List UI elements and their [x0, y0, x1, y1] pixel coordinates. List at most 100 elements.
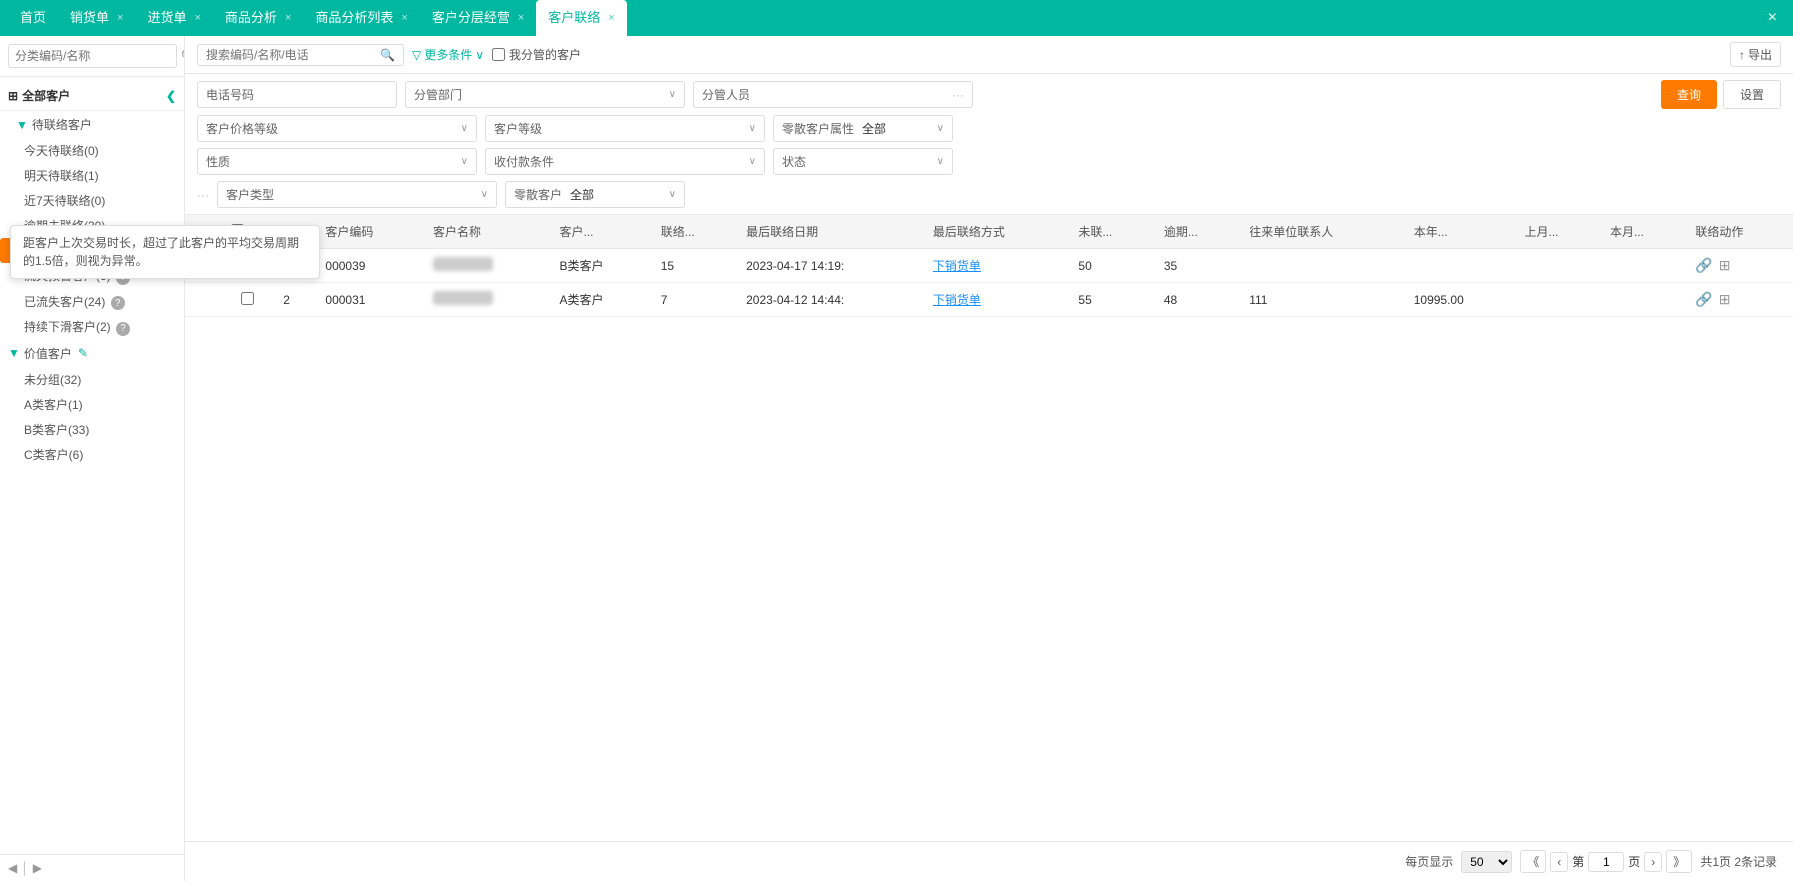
- page-size-select[interactable]: 50 20 100: [1461, 851, 1512, 873]
- column-last-date: 最后联络日期: [736, 215, 923, 249]
- content-area: 🔍 ▽ 更多条件 ∨ 我分管的客户 ↑ 导出 电话号码: [185, 36, 1793, 881]
- pagination: 每页显示 50 20 100 《 ‹ 第 页 › 》 共1页 2条记录: [185, 841, 1793, 881]
- row-type: A类客户: [549, 283, 650, 317]
- filter-customer-type[interactable]: 客户类型 ∨: [217, 181, 497, 208]
- filter-price-level[interactable]: 客户价格等级 ∨: [197, 115, 477, 142]
- sidebar-item-a-class[interactable]: A类客户(1): [0, 392, 184, 417]
- action-grid-icon[interactable]: ⊞: [1719, 291, 1731, 308]
- nav-purchase[interactable]: 进货单 ×: [135, 0, 212, 36]
- row-type: B类客户: [549, 249, 650, 283]
- sidebar-item-tomorrow[interactable]: 明天待联络(1): [0, 163, 184, 188]
- filter-payment[interactable]: 收付款条件 ∨: [485, 148, 765, 175]
- filter-retail-customer[interactable]: 零散客户 全部 ∨: [505, 181, 685, 208]
- row-last-way: 下销货单: [923, 249, 1069, 283]
- nav-customer-layers[interactable]: 客户分层经营 ×: [420, 0, 536, 36]
- sidebar-item-b-class[interactable]: B类客户(33): [0, 417, 184, 442]
- row-last-date: 2023-04-17 14:19:: [736, 249, 923, 283]
- filter-row-2: 客户价格等级 ∨ 客户等级 ∨ 零散客户属性 全部 ∨: [197, 115, 1781, 142]
- filter-bar: 🔍 ▽ 更多条件 ∨ 我分管的客户 ↑ 导出: [185, 36, 1793, 74]
- row-last-date: 2023-04-12 14:44:: [736, 283, 923, 317]
- filter-actions: 查询 设置: [1661, 80, 1781, 109]
- page-next-btn[interactable]: ›: [1644, 852, 1662, 872]
- sidebar-search-input[interactable]: [8, 44, 177, 68]
- chevron-down-icon9: ∨: [481, 189, 488, 200]
- search-input[interactable]: [206, 48, 376, 62]
- row-name: [423, 249, 550, 283]
- nav-product-analysis-list-close[interactable]: ×: [401, 0, 407, 36]
- chevron-down-icon4: ∨: [749, 123, 756, 134]
- page-last-btn[interactable]: 》: [1666, 850, 1692, 873]
- arrow-down-icon2: ▼: [8, 346, 20, 360]
- action-link-icon[interactable]: 🔗: [1695, 291, 1712, 308]
- ellipsis-btn[interactable]: ···: [197, 188, 209, 202]
- left-arrow-icon[interactable]: ◀: [8, 861, 17, 875]
- sidebar-section-pending[interactable]: ▼ 待联络客户: [0, 111, 184, 138]
- sidebar-section-value[interactable]: ▼ 价值客户 ✎: [0, 340, 184, 367]
- right-arrow-icon[interactable]: ▶: [33, 861, 42, 875]
- filter-customer-level[interactable]: 客户等级 ∨: [485, 115, 765, 142]
- nav-customer-contact[interactable]: 客户联络 ×: [536, 0, 626, 36]
- filter-phone[interactable]: 电话号码: [197, 81, 397, 108]
- action-link-icon[interactable]: 🔗: [1695, 257, 1712, 274]
- filter-row-4: ··· 客户类型 ∨ 零散客户 全部 ∨: [197, 181, 1781, 208]
- nav-purchase-close[interactable]: ×: [194, 0, 200, 36]
- row-overdue: 48: [1154, 283, 1239, 317]
- row-contact: 15: [651, 249, 736, 283]
- filter-manager[interactable]: 分管人员 ···: [693, 81, 973, 108]
- sidebar-item-declining[interactable]: 持续下滑客户(2) ?: [0, 314, 184, 340]
- sidebar-item-ungrouped[interactable]: 未分组(32): [0, 367, 184, 392]
- row-code: 000039: [315, 249, 423, 283]
- page-first-btn[interactable]: 《: [1520, 850, 1546, 873]
- row-action: 🔗 ⊞: [1685, 283, 1793, 317]
- filter-retail-attr[interactable]: 零散客户属性 全部 ∨: [773, 115, 953, 142]
- filter-dept[interactable]: 分管部门 ∨: [405, 81, 685, 108]
- chevron-down-icon5: ∨: [937, 123, 944, 134]
- nav-close-all[interactable]: ×: [1760, 9, 1785, 27]
- row-this-year: 10995.00: [1404, 283, 1515, 317]
- query-button[interactable]: 查询: [1661, 80, 1717, 109]
- setting-button[interactable]: 设置: [1723, 80, 1781, 109]
- column-action: 联络动作: [1685, 215, 1793, 249]
- filter-more-btn[interactable]: ▽ 更多条件 ∨: [412, 46, 484, 63]
- info-icon3: ?: [111, 296, 125, 310]
- filter-icon: ▽: [412, 48, 421, 62]
- page-prev-btn[interactable]: ‹: [1550, 852, 1568, 872]
- grid-icon: ⊞: [8, 89, 18, 103]
- column-unit-contact: 往来单位联系人: [1239, 215, 1403, 249]
- chevron-down-icon10: ∨: [669, 189, 676, 200]
- page-input[interactable]: [1588, 852, 1624, 872]
- nav-sales[interactable]: 销货单 ×: [58, 0, 135, 36]
- nav-customer-layers-close[interactable]: ×: [518, 0, 524, 36]
- row-code: 000031: [315, 283, 423, 317]
- my-customers-checkbox[interactable]: 我分管的客户: [492, 46, 581, 63]
- filter-gender[interactable]: 性质 ∨: [197, 148, 477, 175]
- sidebar-search-area: 🔍: [0, 36, 184, 77]
- export-button[interactable]: ↑ 导出: [1730, 42, 1781, 67]
- search-icon[interactable]: 🔍: [380, 48, 395, 62]
- table-body: 1 000039 B类客户 15 2023-04-17 14:19: 下销货单 …: [185, 249, 1793, 317]
- row-unit-contact: [1239, 249, 1403, 283]
- sidebar-content: ⊞ 全部客户 ❮ ▼ 待联络客户 今天待联络(0) 明天待联络(1) 近7天待联…: [0, 77, 184, 854]
- action-grid-icon[interactable]: ⊞: [1719, 257, 1731, 274]
- sidebar-collapse-icon[interactable]: ❮: [166, 89, 176, 103]
- sidebar-item-churned[interactable]: 已流失客户(24) ?: [0, 289, 184, 315]
- my-customers-check[interactable]: [492, 48, 505, 61]
- column-not-contact: 未联...: [1068, 215, 1153, 249]
- edit-icon[interactable]: ✎: [78, 346, 88, 360]
- customer-table: ⚙ # 客户编码 客户名称 客户... 联络... 最后联络日期 最后联络方式 …: [185, 215, 1793, 317]
- sidebar-item-7days[interactable]: 近7天待联络(0): [0, 188, 184, 213]
- sidebar-item-c-class[interactable]: C类客户(6): [0, 442, 184, 467]
- sidebar-item-today[interactable]: 今天待联络(0): [0, 138, 184, 163]
- nav-product-analysis[interactable]: 商品分析 ×: [213, 0, 303, 36]
- nav-sales-close[interactable]: ×: [117, 0, 123, 36]
- row-overdue: 35: [1154, 249, 1239, 283]
- nav-product-analysis-close[interactable]: ×: [285, 0, 291, 36]
- nav-product-analysis-list[interactable]: 商品分析列表 ×: [303, 0, 419, 36]
- column-this-month: 本月...: [1600, 215, 1685, 249]
- filter-status[interactable]: 状态 ∨: [773, 148, 953, 175]
- row-checkbox[interactable]: [241, 292, 254, 305]
- column-last-way: 最后联络方式: [923, 215, 1069, 249]
- row-this-month: [1600, 283, 1685, 317]
- nav-customer-contact-close[interactable]: ×: [608, 0, 614, 36]
- nav-home[interactable]: 首页: [8, 0, 58, 36]
